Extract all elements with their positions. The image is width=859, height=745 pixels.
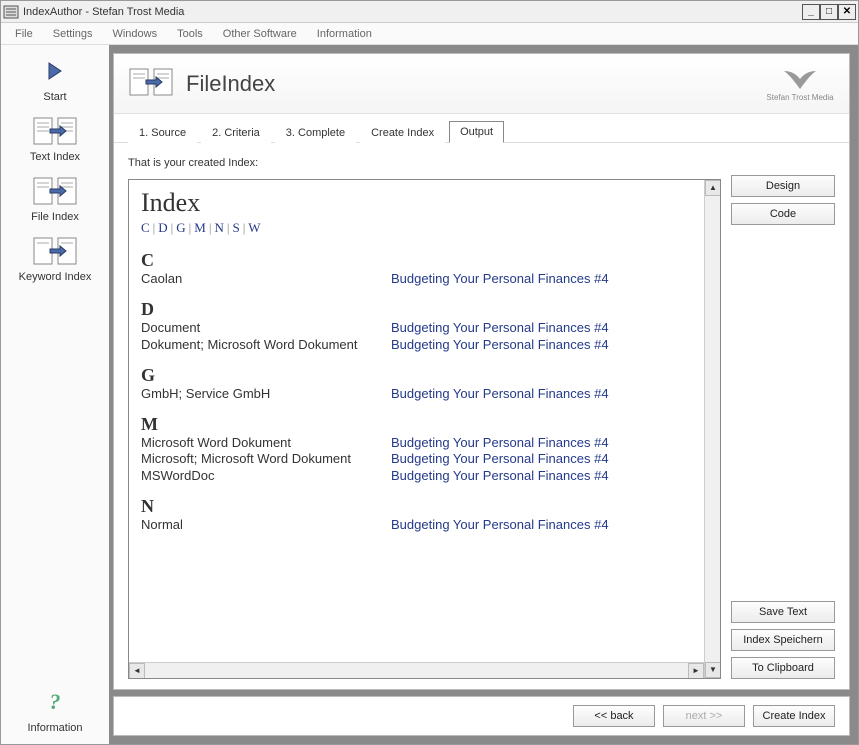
- index-entry: CaolanBudgeting Your Personal Finances #…: [141, 271, 692, 287]
- index-entry: MSWordDocBudgeting Your Personal Finance…: [141, 468, 692, 484]
- entry-link[interactable]: Budgeting Your Personal Finances #4: [391, 451, 609, 467]
- to-clipboard-button[interactable]: To Clipboard: [731, 657, 835, 679]
- back-button[interactable]: << back: [573, 705, 655, 727]
- index-letters: C|D|G|M|N|S|W: [141, 220, 692, 236]
- index-letter-link[interactable]: S: [232, 220, 239, 235]
- section-letter: M: [141, 414, 692, 435]
- horizontal-scrollbar[interactable]: ◄ ►: [129, 662, 704, 678]
- window-title: IndexAuthor - Stefan Trost Media: [23, 6, 802, 18]
- sidebar-item-label: Text Index: [30, 151, 80, 163]
- scroll-left-arrow[interactable]: ◄: [129, 663, 145, 679]
- entry-term: Caolan: [141, 271, 391, 287]
- tab-source[interactable]: 1. Source: [128, 122, 197, 143]
- entry-term: Normal: [141, 517, 391, 533]
- sidebar-item-keyword-index[interactable]: Keyword Index: [10, 233, 100, 283]
- file-index-header-icon: [128, 65, 174, 102]
- tabbar: 1. Source 2. Criteria 3. Complete Create…: [114, 114, 849, 143]
- tab-create-index[interactable]: Create Index: [360, 122, 445, 143]
- scroll-up-arrow[interactable]: ▲: [705, 180, 720, 196]
- tab-complete[interactable]: 3. Complete: [275, 122, 356, 143]
- index-letter-link[interactable]: W: [248, 220, 260, 235]
- entry-link[interactable]: Budgeting Your Personal Finances #4: [391, 435, 609, 451]
- index-entry: Microsoft; Microsoft Word DokumentBudget…: [141, 451, 692, 467]
- sidebar-item-label: Start: [43, 91, 66, 103]
- menu-other-software[interactable]: Other Software: [215, 26, 305, 42]
- sidebar-item-file-index[interactable]: File Index: [10, 173, 100, 223]
- entry-link[interactable]: Budgeting Your Personal Finances #4: [391, 517, 609, 533]
- index-entry: DocumentBudgeting Your Personal Finances…: [141, 320, 692, 336]
- content-subtitle: That is your created Index:: [128, 157, 721, 169]
- entry-term: Microsoft; Microsoft Word Dokument: [141, 451, 391, 467]
- index-title: Index: [141, 188, 692, 218]
- index-speichern-button[interactable]: Index Speichern: [731, 629, 835, 651]
- menu-file[interactable]: File: [7, 26, 41, 42]
- menu-windows[interactable]: Windows: [104, 26, 165, 42]
- save-text-button[interactable]: Save Text: [731, 601, 835, 623]
- scroll-right-arrow[interactable]: ►: [688, 663, 704, 679]
- tab-criteria[interactable]: 2. Criteria: [201, 122, 271, 143]
- section-letter: D: [141, 299, 692, 320]
- index-preview: IndexC|D|G|M|N|S|WCCaolanBudgeting Your …: [128, 179, 721, 679]
- file-index-icon: [31, 173, 79, 209]
- menubar: File Settings Windows Tools Other Softwa…: [1, 23, 858, 45]
- design-button[interactable]: Design: [731, 175, 835, 197]
- footer: << back next >> Create Index: [113, 696, 850, 736]
- section-letter: G: [141, 365, 692, 386]
- index-content[interactable]: IndexC|D|G|M|N|S|WCCaolanBudgeting Your …: [129, 180, 704, 678]
- brand-logo: Stefan Trost Media: [765, 62, 835, 106]
- minimize-button[interactable]: _: [802, 4, 820, 20]
- maximize-button[interactable]: □: [820, 4, 838, 20]
- entry-link[interactable]: Budgeting Your Personal Finances #4: [391, 386, 609, 402]
- sidebar-item-label: File Index: [31, 211, 79, 223]
- entry-term: Microsoft Word Dokument: [141, 435, 391, 451]
- entry-term: GmbH; Service GmbH: [141, 386, 391, 402]
- text-index-icon: [31, 113, 79, 149]
- keyword-index-icon: [31, 233, 79, 269]
- entry-term: Dokument; Microsoft Word Dokument: [141, 337, 391, 353]
- entry-link[interactable]: Budgeting Your Personal Finances #4: [391, 337, 609, 353]
- entry-link[interactable]: Budgeting Your Personal Finances #4: [391, 468, 609, 484]
- close-button[interactable]: ✕: [838, 4, 856, 20]
- sidebar: Start Text Index File Index Keyword Inde…: [1, 45, 109, 744]
- app-icon: [3, 4, 19, 20]
- tab-output[interactable]: Output: [449, 121, 504, 143]
- index-letter-link[interactable]: N: [214, 220, 223, 235]
- sidebar-item-label: Information: [27, 722, 82, 734]
- menu-tools[interactable]: Tools: [169, 26, 211, 42]
- menu-settings[interactable]: Settings: [45, 26, 101, 42]
- index-letter-link[interactable]: G: [176, 220, 185, 235]
- entry-term: MSWordDoc: [141, 468, 391, 484]
- titlebar: IndexAuthor - Stefan Trost Media _ □ ✕: [1, 1, 858, 23]
- index-letter-link[interactable]: C: [141, 220, 150, 235]
- entry-link[interactable]: Budgeting Your Personal Finances #4: [391, 271, 609, 287]
- section-letter: C: [141, 250, 692, 271]
- menu-information[interactable]: Information: [309, 26, 380, 42]
- play-icon: [31, 53, 79, 89]
- index-letter-link[interactable]: M: [194, 220, 206, 235]
- brand-text: Stefan Trost Media: [766, 93, 833, 102]
- index-entry: NormalBudgeting Your Personal Finances #…: [141, 517, 692, 533]
- panel-title: FileIndex: [186, 71, 753, 97]
- section-letter: N: [141, 496, 692, 517]
- scroll-down-arrow[interactable]: ▼: [705, 662, 720, 678]
- sidebar-item-label: Keyword Index: [19, 271, 92, 283]
- entry-term: Document: [141, 320, 391, 336]
- sidebar-item-start[interactable]: Start: [10, 53, 100, 103]
- sidebar-item-text-index[interactable]: Text Index: [10, 113, 100, 163]
- sidebar-item-information[interactable]: ? Information: [10, 684, 100, 734]
- next-button[interactable]: next >>: [663, 705, 745, 727]
- index-entry: Microsoft Word DokumentBudgeting Your Pe…: [141, 435, 692, 451]
- question-icon: ?: [31, 684, 79, 720]
- create-index-button[interactable]: Create Index: [753, 705, 835, 727]
- panel-header: FileIndex Stefan Trost Media: [114, 54, 849, 114]
- index-letter-link[interactable]: D: [158, 220, 167, 235]
- entry-link[interactable]: Budgeting Your Personal Finances #4: [391, 320, 609, 336]
- vertical-scrollbar[interactable]: ▲ ▼: [704, 180, 720, 678]
- index-entry: Dokument; Microsoft Word DokumentBudgeti…: [141, 337, 692, 353]
- index-entry: GmbH; Service GmbHBudgeting Your Persona…: [141, 386, 692, 402]
- code-button[interactable]: Code: [731, 203, 835, 225]
- right-button-column: Design Code Save Text Index Speichern To…: [731, 153, 835, 679]
